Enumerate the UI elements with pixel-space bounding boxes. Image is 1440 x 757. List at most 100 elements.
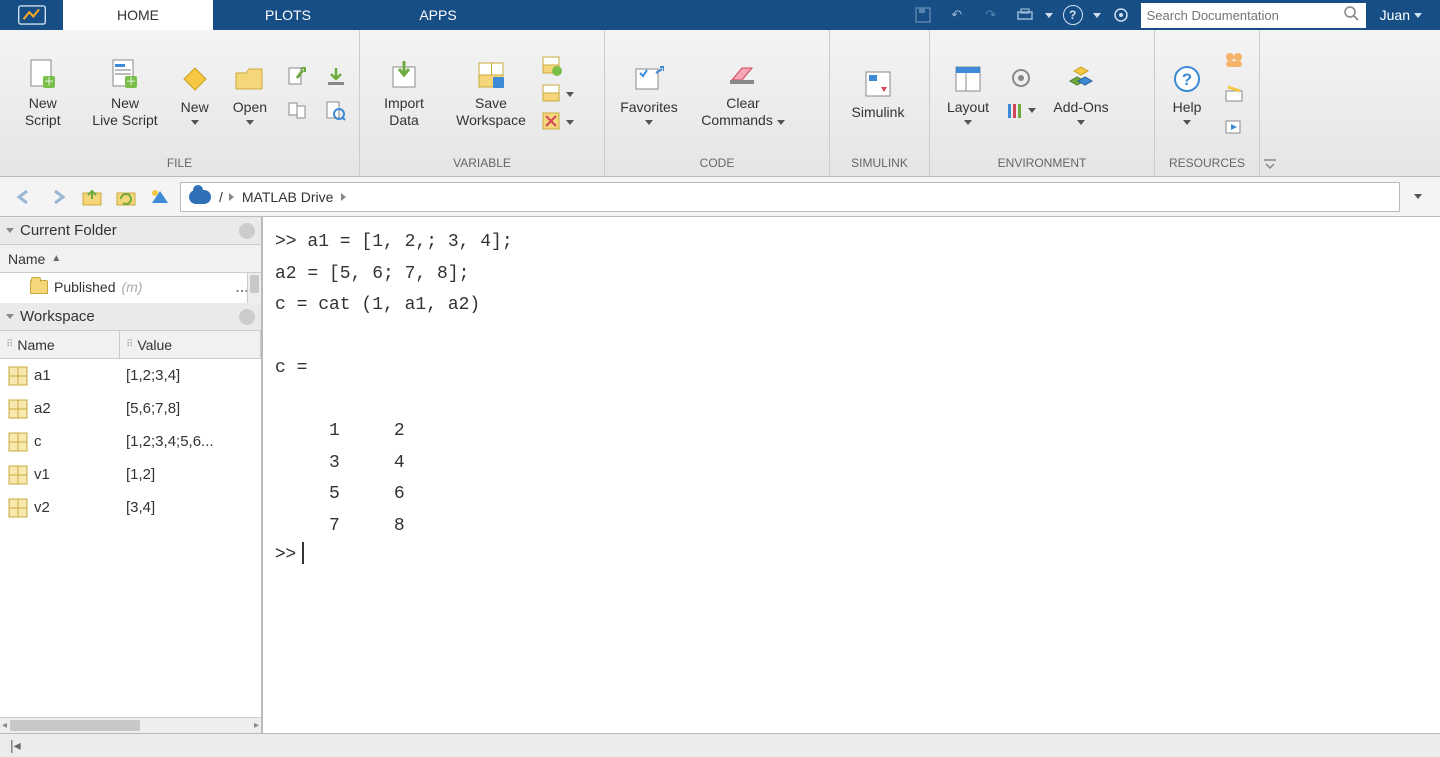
compare-icon[interactable] bbox=[283, 98, 313, 124]
workspace-var-row[interactable]: v2[3,4] bbox=[0, 491, 261, 524]
folder-columns-header[interactable]: Name ▲ bbox=[0, 245, 261, 273]
command-window[interactable]: >> a1 = [1, 2,; 3, 4]; a2 = [5, 6; 7, 8]… bbox=[263, 217, 1440, 733]
learn-icon[interactable] bbox=[1219, 115, 1249, 141]
workspace-columns-header[interactable]: ⠿Name ⠿Value bbox=[0, 331, 261, 359]
workspace-var-row[interactable]: a1[1,2;3,4] bbox=[0, 359, 261, 392]
layout-button[interactable]: Layout bbox=[938, 63, 998, 125]
open-button[interactable]: Open bbox=[225, 63, 275, 125]
tab-apps[interactable]: APPS bbox=[363, 0, 513, 30]
save-workspace-button[interactable]: SaveWorkspace bbox=[448, 59, 534, 129]
set-path-icon[interactable] bbox=[1006, 97, 1036, 123]
cloud-icon bbox=[189, 190, 211, 204]
favorites-button[interactable]: Favorites bbox=[613, 63, 685, 125]
layout-label: Layout bbox=[947, 99, 989, 116]
ws-col-name: Name bbox=[17, 337, 54, 353]
clear-commands-button[interactable]: ClearCommands bbox=[693, 59, 793, 129]
cursor-icon bbox=[302, 542, 304, 564]
workspace-header[interactable]: Workspace bbox=[0, 303, 261, 331]
new-label: New bbox=[181, 99, 209, 116]
import-data-button[interactable]: ImportData bbox=[368, 59, 440, 129]
svg-text:?: ? bbox=[1182, 70, 1192, 89]
ws-col-value: Value bbox=[137, 337, 172, 353]
preferences-icon[interactable] bbox=[1006, 65, 1036, 91]
workspace-var-row[interactable]: v1[1,2] bbox=[0, 458, 261, 491]
print-icon[interactable] bbox=[1011, 2, 1039, 28]
collapse-icon[interactable] bbox=[6, 314, 14, 319]
svg-text:＋: ＋ bbox=[43, 76, 54, 88]
simulink-button[interactable]: Simulink bbox=[838, 68, 918, 121]
back-button[interactable] bbox=[10, 183, 38, 211]
redo-icon[interactable]: ↷ bbox=[977, 2, 1005, 28]
path-chevron-icon[interactable] bbox=[341, 193, 346, 201]
find-files-icon[interactable] bbox=[283, 64, 313, 90]
svg-text:＋: ＋ bbox=[125, 76, 136, 88]
path-field[interactable]: / MATLAB Drive bbox=[180, 182, 1400, 212]
minimize-toolstrip-icon[interactable] bbox=[1260, 30, 1280, 176]
save-workspace-label: SaveWorkspace bbox=[456, 95, 526, 129]
top-tab-bar: HOME PLOTS APPS ↶ ↷ ? Juan bbox=[0, 0, 1440, 30]
environment-section-label: ENVIRONMENT bbox=[930, 156, 1154, 176]
collapse-icon[interactable] bbox=[6, 228, 14, 233]
path-history-button[interactable] bbox=[1406, 183, 1430, 211]
current-folder-header[interactable]: Current Folder bbox=[0, 217, 261, 245]
download-icon[interactable] bbox=[321, 64, 351, 90]
search-input[interactable] bbox=[1147, 8, 1344, 23]
sort-asc-icon: ▲ bbox=[51, 253, 61, 264]
user-menu[interactable]: Juan bbox=[1372, 7, 1430, 23]
workspace-var-row[interactable]: c[1,2;3,4;5,6... bbox=[0, 425, 261, 458]
help-icon[interactable]: ? bbox=[1059, 2, 1087, 28]
import-data-label: ImportData bbox=[384, 95, 424, 129]
addons-label: Add-Ons bbox=[1053, 99, 1108, 116]
clear-workspace-icon[interactable] bbox=[542, 112, 574, 132]
file-section-label: FILE bbox=[0, 156, 359, 176]
community-icon[interactable] bbox=[1219, 47, 1249, 73]
print-more-icon[interactable] bbox=[1045, 13, 1053, 18]
undo-icon[interactable]: ↶ bbox=[943, 2, 971, 28]
up-folder-icon[interactable] bbox=[78, 183, 106, 211]
toolstrip: ＋ NewScript ＋ NewLive Script New Open bbox=[0, 30, 1440, 177]
address-bar: / MATLAB Drive bbox=[0, 177, 1440, 217]
open-variable-icon[interactable] bbox=[542, 84, 574, 104]
path-drive[interactable]: MATLAB Drive bbox=[242, 189, 334, 205]
variable-section-label: VARIABLE bbox=[360, 156, 604, 176]
save-icon[interactable] bbox=[909, 2, 937, 28]
resources-section-label: RESOURCES bbox=[1155, 156, 1259, 176]
status-bar: |◂ bbox=[0, 733, 1440, 757]
tab-plots[interactable]: PLOTS bbox=[213, 0, 363, 30]
forward-button[interactable] bbox=[44, 183, 72, 211]
new-live-script-button[interactable]: ＋ NewLive Script bbox=[85, 59, 164, 129]
help-button[interactable]: ? Help bbox=[1163, 63, 1211, 125]
help-label: Help bbox=[1173, 99, 1202, 116]
user-name: Juan bbox=[1380, 7, 1410, 23]
favorites-label: Favorites bbox=[620, 99, 678, 116]
preview-icon[interactable] bbox=[321, 98, 351, 124]
grip-icon: ⠿ bbox=[126, 339, 131, 350]
addons-button[interactable]: Add-Ons bbox=[1044, 63, 1118, 125]
path-root[interactable]: / bbox=[219, 189, 234, 205]
status-rewind-icon[interactable]: |◂ bbox=[10, 737, 28, 754]
workspace-hscroll[interactable]: ◂▸ bbox=[0, 717, 261, 733]
command-prompt: >> bbox=[275, 543, 296, 564]
folder-item-label: Published bbox=[54, 279, 116, 295]
panel-menu-icon[interactable] bbox=[239, 309, 255, 325]
new-script-button[interactable]: ＋ NewScript bbox=[8, 59, 77, 129]
browse-icon[interactable] bbox=[146, 183, 174, 211]
search-box[interactable] bbox=[1141, 3, 1366, 28]
tab-home[interactable]: HOME bbox=[63, 0, 213, 30]
workspace-var-row[interactable]: a2[5,6;7,8] bbox=[0, 392, 261, 425]
target-icon[interactable] bbox=[1107, 2, 1135, 28]
open-label: Open bbox=[233, 99, 267, 116]
new-button[interactable]: New bbox=[173, 63, 217, 125]
request-support-icon[interactable] bbox=[1219, 81, 1249, 107]
code-section-label: CODE bbox=[605, 156, 829, 176]
new-variable-icon[interactable] bbox=[542, 56, 574, 76]
folder-scrollbar[interactable] bbox=[247, 273, 261, 303]
help-more-icon[interactable] bbox=[1093, 13, 1101, 18]
panel-menu-icon[interactable] bbox=[239, 223, 255, 239]
new-live-script-label: NewLive Script bbox=[92, 95, 157, 129]
folder-item-suffix: (m) bbox=[122, 279, 143, 295]
folder-item-published[interactable]: Published (m) … bbox=[0, 273, 261, 301]
matlab-logo bbox=[0, 0, 63, 30]
search-icon[interactable] bbox=[1344, 6, 1360, 25]
refresh-icon[interactable] bbox=[112, 183, 140, 211]
